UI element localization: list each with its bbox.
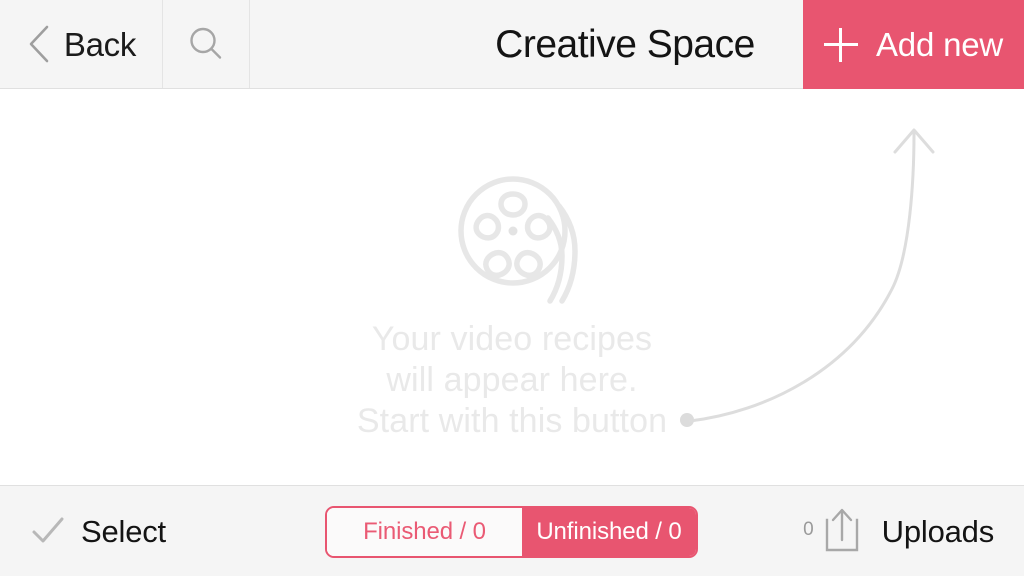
main-content: Your video recipes will appear here. Sta… (0, 89, 1024, 485)
chevron-left-icon (29, 25, 49, 63)
film-reel-icon (458, 176, 578, 304)
add-new-button[interactable]: Add new (803, 0, 1024, 89)
app-header: Back Creative Space Add new (0, 0, 1024, 89)
uploads-count-badge: 0 (803, 518, 814, 540)
uploads-button[interactable]: 0 Uploads (803, 486, 994, 576)
select-label: Select (81, 513, 166, 549)
uploads-label: Uploads (881, 513, 995, 549)
page-title: Creative Space (495, 22, 755, 66)
back-button[interactable]: Back (0, 0, 163, 88)
search-button[interactable] (163, 0, 250, 88)
filter-segmented-control[interactable]: Finished / 0 Unfinished / 0 (325, 506, 698, 558)
app-root: Back Creative Space Add new Your video r… (0, 0, 1024, 576)
curved-arrow-up-icon (680, 128, 935, 427)
search-icon (190, 27, 222, 59)
plus-icon (823, 27, 858, 62)
back-label: Back (63, 25, 137, 63)
segment-unfinished[interactable]: Unfinished / 0 (522, 508, 696, 556)
upload-share-icon (825, 508, 858, 552)
segment-finished[interactable]: Finished / 0 (327, 508, 522, 556)
checkmark-icon (32, 517, 64, 543)
select-button[interactable]: Select (30, 486, 166, 576)
add-new-label: Add new (875, 26, 1004, 63)
